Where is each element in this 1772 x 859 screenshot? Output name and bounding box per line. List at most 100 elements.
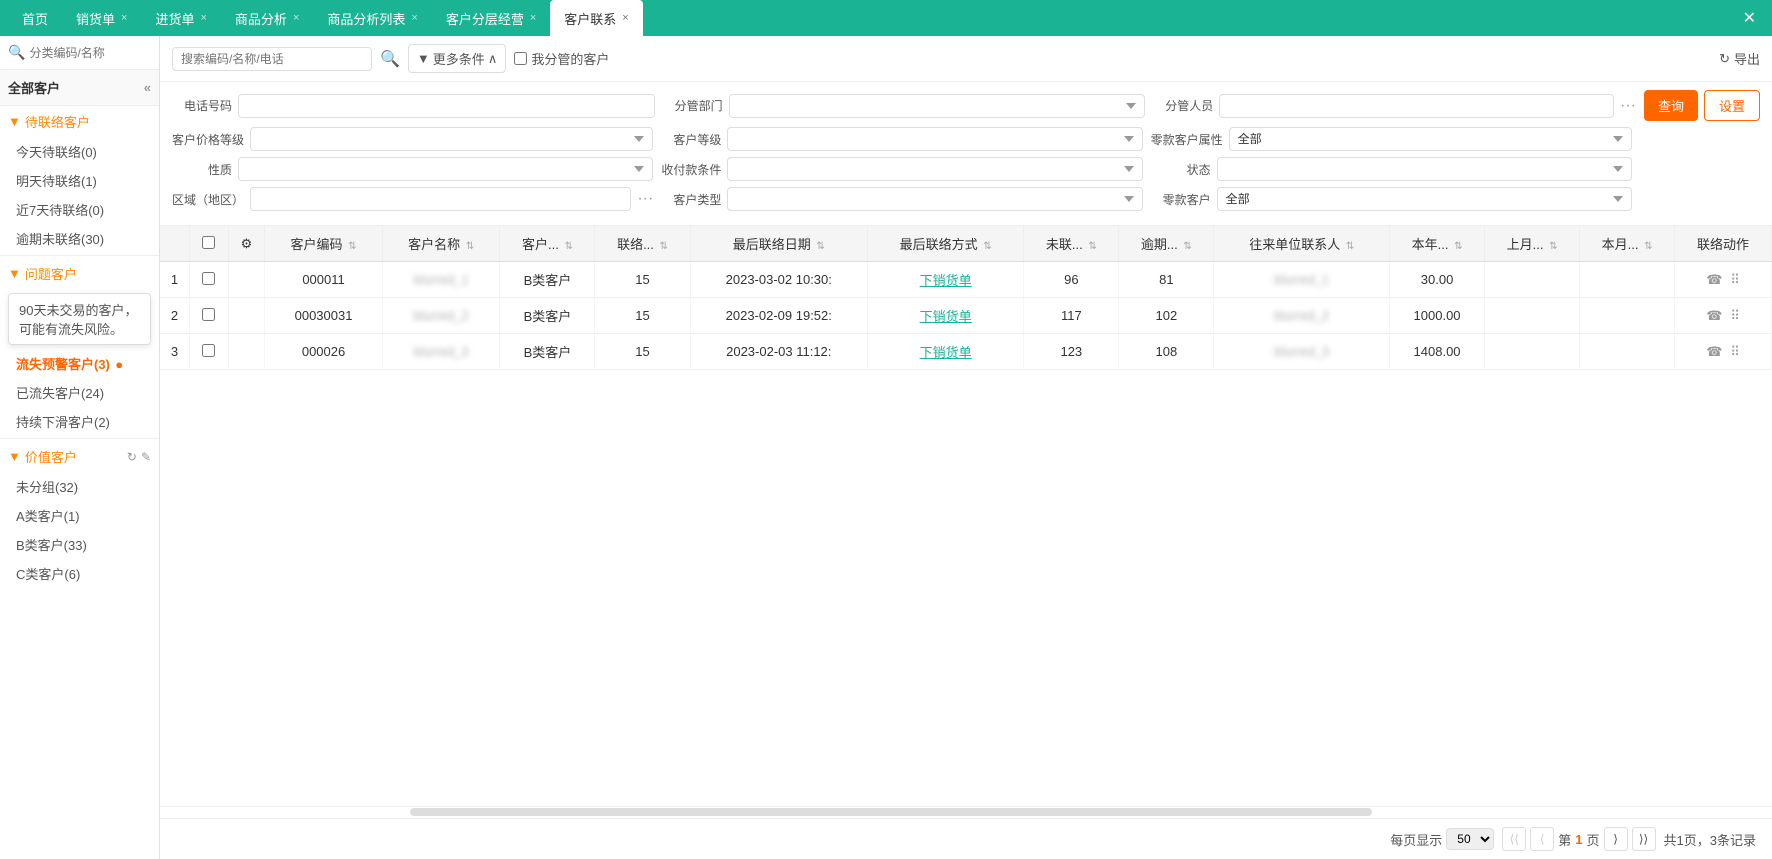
last-page-button[interactable]: ⟩⟩ bbox=[1632, 827, 1656, 851]
cell-checkbox-2[interactable] bbox=[189, 334, 228, 370]
horizontal-scrollbar[interactable] bbox=[160, 806, 1772, 818]
th-name[interactable]: 客户名称 ⇅ bbox=[382, 226, 500, 262]
table-settings-icon[interactable]: ⚙ bbox=[241, 236, 253, 251]
settings-button[interactable]: 设置 bbox=[1704, 90, 1760, 121]
more-conditions-button[interactable]: ▼ 更多条件 ∧ bbox=[408, 44, 506, 73]
phone-input[interactable] bbox=[238, 94, 655, 118]
tab-analysis[interactable]: 商品分析 × bbox=[221, 0, 313, 36]
cell-method-2[interactable]: 下销货单 bbox=[868, 334, 1024, 370]
price-level-select[interactable] bbox=[250, 127, 653, 151]
region-dots[interactable]: ··· bbox=[637, 190, 653, 208]
sidebar-section-problem[interactable]: ▼ 问题客户 bbox=[0, 258, 159, 289]
sidebar-item-class-a[interactable]: A类客户(1) bbox=[0, 501, 159, 530]
region-input[interactable] bbox=[250, 187, 631, 211]
th-last-contact-method[interactable]: 最后联络方式 ⇅ bbox=[868, 226, 1024, 262]
th-code[interactable]: 客户编码 ⇅ bbox=[265, 226, 383, 262]
row-checkbox-0[interactable] bbox=[202, 272, 215, 285]
cell-method-0[interactable]: 下销货单 bbox=[868, 262, 1024, 298]
cell-method-1[interactable]: 下销货单 bbox=[868, 298, 1024, 334]
tab-purchase-close[interactable]: × bbox=[200, 12, 206, 24]
search-input[interactable] bbox=[172, 47, 372, 71]
action-phone-icon-2[interactable]: ☎ bbox=[1706, 344, 1722, 360]
payment-select[interactable] bbox=[727, 157, 1142, 181]
sidebar-item-unclassified[interactable]: 未分组(32) bbox=[0, 472, 159, 501]
contact-method-link-1[interactable]: 下销货单 bbox=[920, 309, 972, 324]
sidebar-section-value[interactable]: ▼ 价值客户 ↻ ✎ bbox=[0, 441, 159, 472]
tab-customer-tier[interactable]: 客户分层经营 × bbox=[432, 0, 550, 36]
my-customers-label[interactable]: 我分管的客户 bbox=[514, 49, 609, 68]
sidebar-item-7days[interactable]: 近7天待联络(0) bbox=[0, 195, 159, 224]
sidebar-item-declining[interactable]: 持续下滑客户(2) bbox=[0, 407, 159, 436]
tab-customer-contact-close[interactable]: × bbox=[622, 12, 628, 24]
scrollbar-track[interactable] bbox=[410, 808, 1372, 816]
query-button[interactable]: 查询 bbox=[1644, 90, 1698, 121]
sidebar-item-overdue[interactable]: 逾期未联络(30) bbox=[0, 224, 159, 253]
person-input[interactable] bbox=[1219, 94, 1614, 118]
cell-action-0[interactable]: ☎ ⠿ bbox=[1675, 262, 1772, 298]
search-button[interactable]: 🔍 bbox=[380, 49, 400, 69]
action-phone-icon-0[interactable]: ☎ bbox=[1706, 272, 1722, 288]
customer-type-select[interactable] bbox=[727, 187, 1142, 211]
action-more-icon-1[interactable]: ⠿ bbox=[1730, 308, 1740, 324]
sidebar-item-class-b[interactable]: B类客户(33) bbox=[0, 530, 159, 559]
collapse-icon[interactable]: « bbox=[144, 80, 151, 95]
tab-customer-tier-close[interactable]: × bbox=[530, 12, 536, 24]
first-page-button[interactable]: ⟨⟨ bbox=[1502, 827, 1526, 851]
th-last-month[interactable]: 上月... ⇅ bbox=[1485, 226, 1580, 262]
table-footer: 每页显示 50 ⟨⟨ ⟨ 第 1 页 ⟩ ⟩⟩ 共1页，3条记录 bbox=[160, 818, 1772, 859]
person-dots[interactable]: ··· bbox=[1620, 97, 1636, 115]
sidebar-item-today[interactable]: 今天待联络(0) bbox=[0, 137, 159, 166]
nature-select[interactable] bbox=[238, 157, 653, 181]
dept-select[interactable] bbox=[729, 94, 1146, 118]
th-contact[interactable]: 联络... ⇅ bbox=[595, 226, 690, 262]
th-this-year[interactable]: 本年... ⇅ bbox=[1390, 226, 1485, 262]
tab-analysis-list[interactable]: 商品分析列表 × bbox=[313, 0, 431, 36]
row-checkbox-2[interactable] bbox=[202, 344, 215, 357]
value-settings-icon[interactable]: ✎ bbox=[141, 450, 151, 464]
action-more-icon-2[interactable]: ⠿ bbox=[1730, 344, 1740, 360]
tab-sales-close[interactable]: × bbox=[121, 12, 127, 24]
sidebar-item-tomorrow[interactable]: 明天待联络(1) bbox=[0, 166, 159, 195]
th-settings[interactable]: ⚙ bbox=[228, 226, 265, 262]
row-checkbox-1[interactable] bbox=[202, 308, 215, 321]
cell-this-month-0 bbox=[1580, 262, 1675, 298]
th-level[interactable]: 客户... ⇅ bbox=[500, 226, 595, 262]
action-more-icon-0[interactable]: ⠿ bbox=[1730, 272, 1740, 288]
tab-purchase[interactable]: 进货单 × bbox=[141, 0, 220, 36]
export-button[interactable]: ↻ 导出 bbox=[1719, 49, 1760, 68]
select-all-checkbox[interactable] bbox=[202, 236, 215, 249]
sidebar-item-churn-warning[interactable]: 流失预警客户(3) ● bbox=[0, 349, 159, 378]
tab-sales[interactable]: 销货单 × bbox=[62, 0, 141, 36]
close-window-button[interactable]: ✕ bbox=[1735, 8, 1764, 28]
cell-action-1[interactable]: ☎ ⠿ bbox=[1675, 298, 1772, 334]
tab-customer-contact[interactable]: 客户联系 × bbox=[550, 0, 642, 36]
sidebar-search-input[interactable] bbox=[29, 46, 160, 60]
contact-method-link-0[interactable]: 下销货单 bbox=[920, 273, 972, 288]
zero-customer-select[interactable]: 全部 bbox=[1217, 187, 1632, 211]
status-select[interactable] bbox=[1217, 157, 1632, 181]
cell-checkbox-0[interactable] bbox=[189, 262, 228, 298]
prev-page-button[interactable]: ⟨ bbox=[1530, 827, 1554, 851]
sidebar-item-churned[interactable]: 已流失客户(24) bbox=[0, 378, 159, 407]
th-last-contact-date[interactable]: 最后联络日期 ⇅ bbox=[690, 226, 867, 262]
my-customers-checkbox[interactable] bbox=[514, 52, 527, 65]
next-page-button[interactable]: ⟩ bbox=[1604, 827, 1628, 851]
th-this-month[interactable]: 本月... ⇅ bbox=[1580, 226, 1675, 262]
sidebar-section-pending[interactable]: ▼ 待联络客户 bbox=[0, 106, 159, 137]
tab-analysis-list-close[interactable]: × bbox=[411, 12, 417, 24]
th-uncontacted[interactable]: 未联... ⇅ bbox=[1024, 226, 1119, 262]
action-phone-icon-1[interactable]: ☎ bbox=[1706, 308, 1722, 324]
th-unit-contact[interactable]: 往来单位联系人 ⇅ bbox=[1214, 226, 1390, 262]
sidebar-item-class-c[interactable]: C类客户(6) bbox=[0, 559, 159, 588]
contact-method-link-2[interactable]: 下销货单 bbox=[920, 345, 972, 360]
cell-action-2[interactable]: ☎ ⠿ bbox=[1675, 334, 1772, 370]
th-overdue[interactable]: 逾期... ⇅ bbox=[1119, 226, 1214, 262]
all-customers-header[interactable]: 全部客户 « bbox=[0, 70, 159, 106]
zero-attr-select[interactable]: 全部 bbox=[1229, 127, 1632, 151]
tab-analysis-close[interactable]: × bbox=[293, 12, 299, 24]
customer-level-select[interactable] bbox=[727, 127, 1142, 151]
per-page-select[interactable]: 50 bbox=[1446, 828, 1494, 850]
value-edit-icon[interactable]: ↻ bbox=[127, 450, 137, 464]
tab-home[interactable]: 首页 bbox=[8, 0, 62, 36]
cell-checkbox-1[interactable] bbox=[189, 298, 228, 334]
